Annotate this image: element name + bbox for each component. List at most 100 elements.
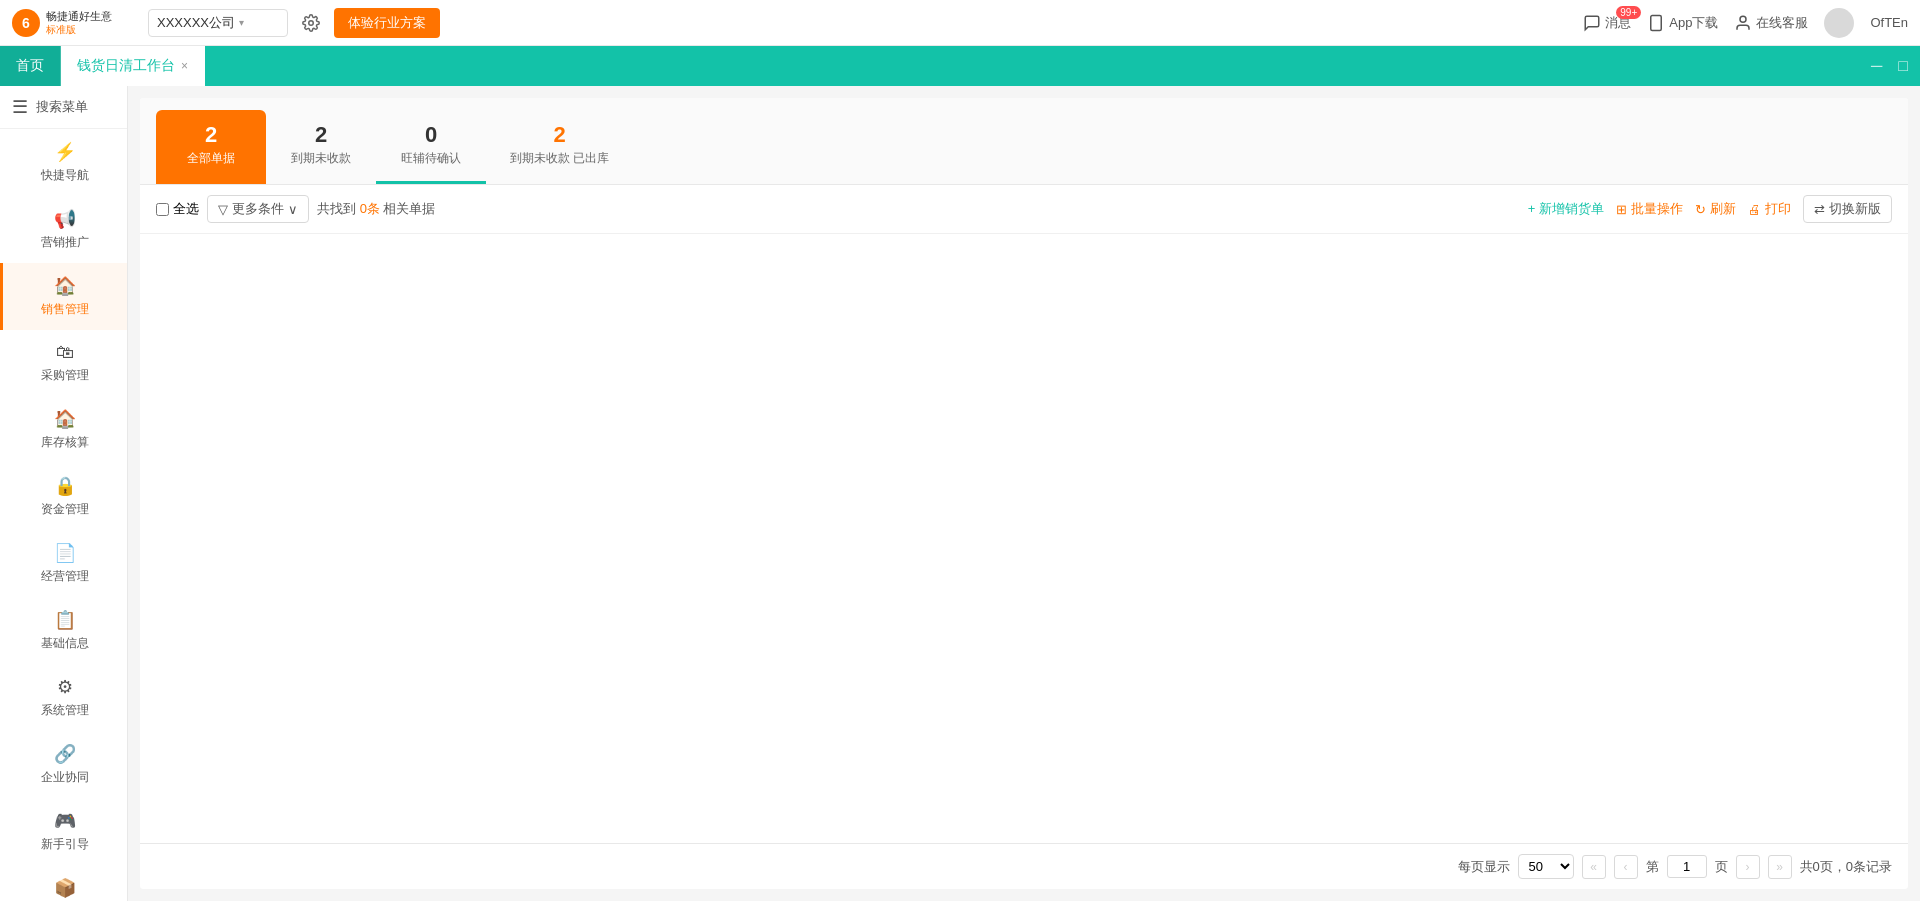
sidebar-purchase-label: 采购管理 — [41, 367, 89, 384]
summary-cards: 2 全部单据 2 到期未收款 0 旺辅待确认 2 到期未收款 已出库 — [140, 98, 1908, 185]
select-all-checkbox[interactable]: 全选 — [156, 200, 199, 218]
experience-button[interactable]: 体验行业方案 — [334, 8, 440, 38]
page-input[interactable] — [1667, 855, 1707, 878]
sidebar-basic-info-label: 基础信息 — [41, 635, 89, 652]
first-page-button[interactable]: « — [1582, 855, 1606, 879]
add-button[interactable]: + 新增销货单 — [1528, 200, 1604, 218]
purchase-icon: 🛍 — [56, 342, 74, 363]
message-button[interactable]: 消息 99+ — [1583, 14, 1631, 32]
sidebar-item-purchase[interactable]: 🛍 采购管理 — [0, 330, 127, 396]
filter-label: 更多条件 — [232, 200, 284, 218]
card-overdue-out-label: 到期未收款 已出库 — [510, 150, 609, 167]
found-prefix: 共找到 — [317, 201, 356, 216]
per-page-select[interactable]: 50 100 200 — [1518, 854, 1574, 879]
batch-button[interactable]: ⊞ 批量操作 — [1616, 200, 1683, 218]
tab-active[interactable]: 钱货日清工作台 × — [61, 46, 205, 86]
sidebar-marketing-label: 营销推广 — [41, 234, 89, 251]
per-page-label: 每页显示 — [1458, 858, 1510, 876]
online-service-label: 在线客服 — [1756, 14, 1808, 32]
sidebar-item-guide[interactable]: 🎮 新手引导 — [0, 798, 127, 865]
sidebar-item-inventory[interactable]: 🏠 库存核算 — [0, 396, 127, 463]
filter-chevron-icon: ∨ — [288, 202, 298, 217]
sidebar-item-quick-nav[interactable]: ⚡ 快捷导航 — [0, 129, 127, 196]
sidebar-quick-nav-label: 快捷导航 — [41, 167, 89, 184]
app-download-button[interactable]: App下载 — [1647, 14, 1718, 32]
sidebar-item-operations[interactable]: 📄 经营管理 — [0, 530, 127, 597]
refresh-button[interactable]: ↻ 刷新 — [1695, 200, 1736, 218]
filter-button[interactable]: ▽ 更多条件 ∨ — [207, 195, 309, 223]
summary-card-overdue-out[interactable]: 2 到期未收款 已出库 — [486, 110, 633, 184]
content-inner: 2 全部单据 2 到期未收款 0 旺辅待确认 2 到期未收款 已出库 — [140, 98, 1908, 889]
sidebar-finance-label: 资金管理 — [41, 501, 89, 518]
sidebar-operations-label: 经营管理 — [41, 568, 89, 585]
print-label: 打印 — [1765, 200, 1791, 218]
svg-point-0 — [309, 20, 314, 25]
settings-button[interactable] — [296, 8, 326, 38]
quick-nav-icon: ⚡ — [54, 141, 76, 163]
sidebar-item-search[interactable]: ☰ 搜索菜单 — [0, 86, 127, 129]
page-label: 第 — [1646, 858, 1659, 876]
card-all-count: 2 — [205, 122, 217, 148]
tab-actions: ─ □ — [1867, 53, 1920, 79]
summary-card-all[interactable]: 2 全部单据 — [156, 110, 266, 184]
company-name: XXXXXX公司 — [157, 14, 235, 32]
main-layout: ☰ 搜索菜单 ⚡ 快捷导航 📢 营销推广 🏠 销售管理 🛍 采购管理 🏠 库存核… — [0, 86, 1920, 901]
sidebar-item-system[interactable]: ⚙ 系统管理 — [0, 664, 127, 731]
tab-home[interactable]: 首页 — [0, 46, 61, 86]
tab-maximize-button[interactable]: □ — [1894, 53, 1912, 79]
toolbar-left: 全选 ▽ 更多条件 ∨ 共找到 0条 相关单据 — [156, 195, 1520, 223]
switch-icon: ⇄ — [1814, 202, 1825, 217]
sidebar-sales-label: 销售管理 — [41, 301, 89, 318]
chevron-down-icon: ▾ — [239, 17, 244, 28]
sidebar-item-enterprise[interactable]: 🔗 企业协同 — [0, 731, 127, 798]
last-page-button[interactable]: » — [1768, 855, 1792, 879]
sidebar-guide-label: 新手引导 — [41, 836, 89, 853]
found-suffix: 相关单据 — [383, 201, 435, 216]
finance-icon: 🔒 — [54, 475, 76, 497]
sidebar-search-label: 搜索菜单 — [36, 98, 88, 116]
card-overdue-label: 到期未收款 — [291, 150, 351, 167]
basic-info-icon: 📋 — [54, 609, 76, 631]
svg-point-3 — [1740, 16, 1746, 22]
found-text: 共找到 0条 相关单据 — [317, 200, 435, 218]
message-badge: 99+ — [1616, 6, 1641, 19]
system-icon: ⚙ — [57, 676, 73, 698]
avatar[interactable] — [1824, 8, 1854, 38]
page-suffix: 页 — [1715, 858, 1728, 876]
company-selector[interactable]: XXXXXX公司 ▾ — [148, 9, 288, 37]
sidebar-item-marketing[interactable]: 📢 营销推广 — [0, 196, 127, 263]
total-text: 共0页，0条记录 — [1800, 858, 1892, 876]
tab-close-icon[interactable]: × — [181, 59, 188, 73]
print-icon: 🖨 — [1748, 202, 1761, 217]
online-service-button[interactable]: 在线客服 — [1734, 14, 1808, 32]
sidebar-item-basic-info[interactable]: 📋 基础信息 — [0, 597, 127, 664]
inventory-icon: 🏠 — [54, 408, 76, 430]
sidebar-item-finance[interactable]: 🔒 资金管理 — [0, 463, 127, 530]
card-all-label: 全部单据 — [187, 150, 235, 167]
tab-minimize-button[interactable]: ─ — [1867, 53, 1886, 79]
sidebar-item-sales[interactable]: 🏠 销售管理 — [0, 263, 127, 330]
refresh-icon: ↻ — [1695, 202, 1706, 217]
sidebar-item-app-center[interactable]: 📦 应用中心 — [0, 865, 127, 901]
switch-button[interactable]: ⇄ 切换新版 — [1803, 195, 1892, 223]
footer-pagination: 每页显示 50 100 200 « ‹ 第 页 › » 共0页，0条记录 — [140, 843, 1908, 889]
batch-icon: ⊞ — [1616, 202, 1627, 217]
select-all-input[interactable] — [156, 203, 169, 216]
user-name: OfTEn — [1870, 15, 1908, 30]
next-page-button[interactable]: › — [1736, 855, 1760, 879]
toolbar-right: + 新增销货单 ⊞ 批量操作 ↻ 刷新 🖨 打印 ⇄ — [1528, 195, 1892, 223]
summary-card-pending[interactable]: 0 旺辅待确认 — [376, 110, 486, 184]
sidebar-inventory-label: 库存核算 — [41, 434, 89, 451]
logo-subtitle: 标准版 — [46, 23, 112, 36]
card-pending-label: 旺辅待确认 — [401, 150, 461, 167]
summary-card-overdue[interactable]: 2 到期未收款 — [266, 110, 376, 184]
nav-tabs: 首页 钱货日清工作台 × ─ □ — [0, 46, 1920, 86]
filter-icon: ▽ — [218, 202, 228, 217]
app-download-label: App下载 — [1669, 14, 1718, 32]
toolbar: 全选 ▽ 更多条件 ∨ 共找到 0条 相关单据 + 新增销货单 — [140, 185, 1908, 234]
logo-text: 畅捷通好生意 标准版 — [46, 9, 112, 36]
prev-page-button[interactable]: ‹ — [1614, 855, 1638, 879]
sidebar-enterprise-label: 企业协同 — [41, 769, 89, 786]
card-overdue-count: 2 — [315, 122, 327, 148]
print-button[interactable]: 🖨 打印 — [1748, 200, 1791, 218]
